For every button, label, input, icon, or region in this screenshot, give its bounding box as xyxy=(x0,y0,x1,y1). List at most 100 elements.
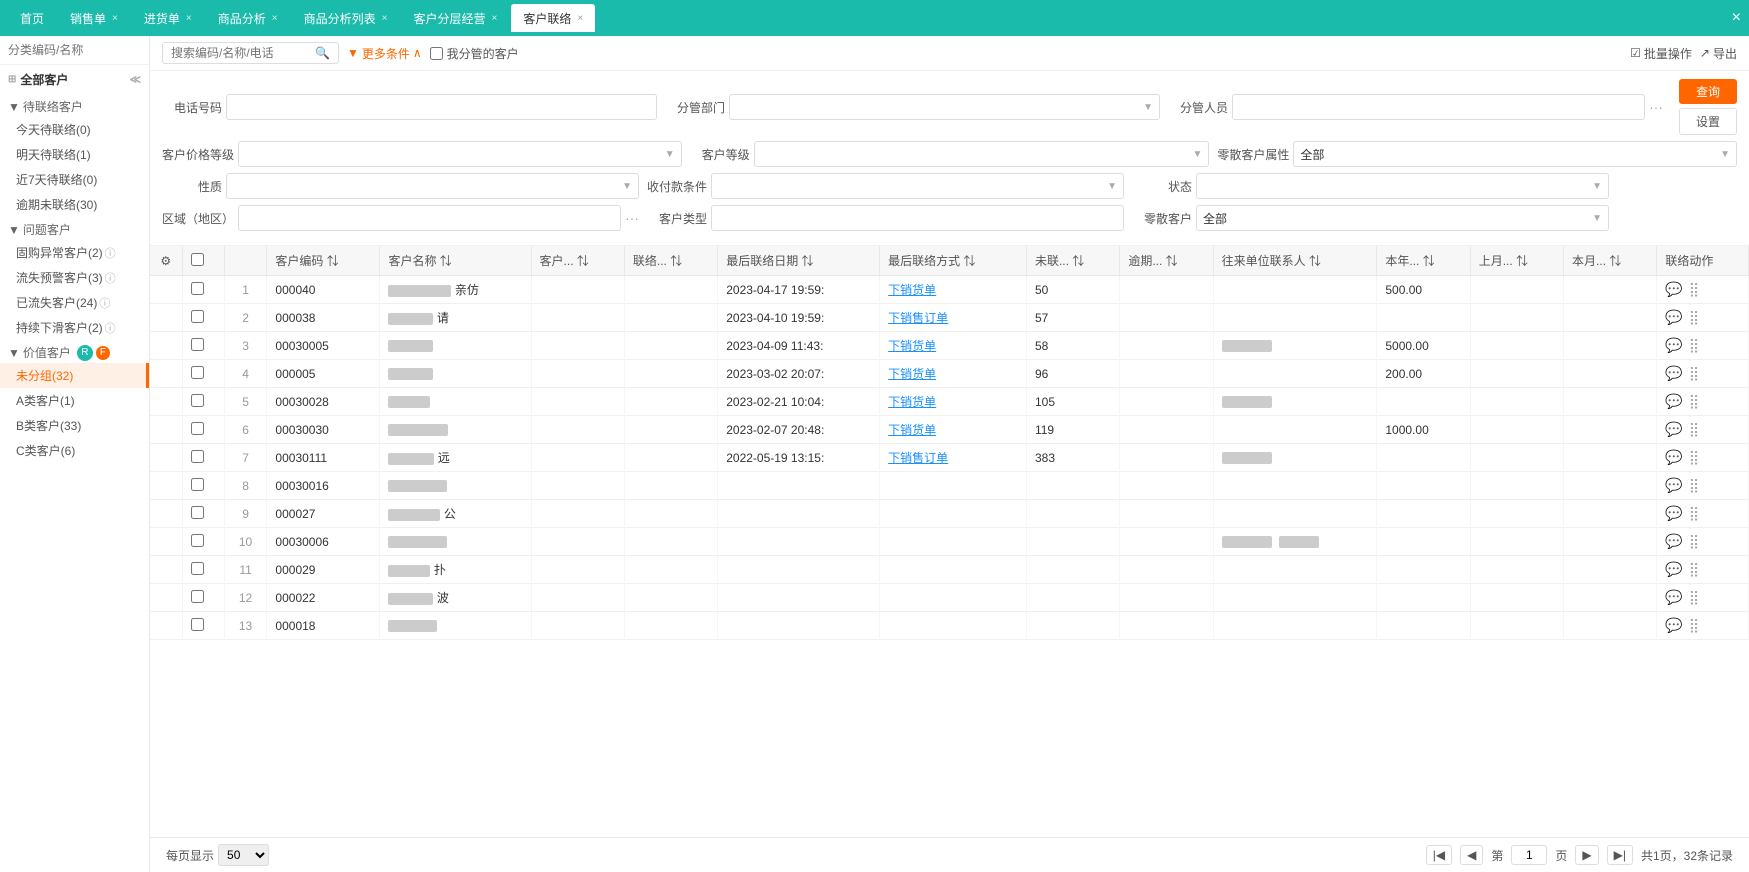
row-select-checkbox[interactable] xyxy=(191,450,204,463)
more-action-icon[interactable]: ⣿ xyxy=(1689,421,1699,438)
tab-customer-segment-close[interactable]: × xyxy=(491,13,497,24)
sidebar-item-churned[interactable]: 已流失客户(24) ⓘ xyxy=(0,290,149,315)
row-last-method[interactable] xyxy=(880,500,1027,528)
overdue-header[interactable]: 逾期... ⇅ xyxy=(1120,246,1213,276)
no-contact-header[interactable]: 未联... ⇅ xyxy=(1026,246,1119,276)
contact-header[interactable]: 联络... ⇅ xyxy=(624,246,717,276)
row-last-method[interactable] xyxy=(880,528,1027,556)
row-last-method[interactable] xyxy=(880,472,1027,500)
sidebar-item-a-type[interactable]: A类客户(1) xyxy=(0,388,149,413)
tab-analysis[interactable]: 商品分析 × xyxy=(206,4,290,32)
nature-select[interactable]: ▼ xyxy=(226,173,639,199)
chat-icon[interactable]: 💬 xyxy=(1665,589,1682,606)
unit-contact-header[interactable]: 往来单位联系人 ⇅ xyxy=(1213,246,1377,276)
row-checkbox[interactable] xyxy=(182,528,224,556)
chat-icon[interactable]: 💬 xyxy=(1665,561,1682,578)
sidebar-item-7days[interactable]: 近7天待联络(0) xyxy=(0,167,149,192)
page-number-input[interactable] xyxy=(1511,845,1547,865)
chat-icon[interactable]: 💬 xyxy=(1665,281,1682,298)
more-action-icon[interactable]: ⣿ xyxy=(1689,477,1699,494)
code-header[interactable]: 客户编码 ⇅ xyxy=(267,246,380,276)
last-date-header[interactable]: 最后联络日期 ⇅ xyxy=(718,246,880,276)
status-select[interactable]: ▼ xyxy=(1196,173,1609,199)
manager-select[interactable] xyxy=(1232,94,1645,120)
row-last-method[interactable]: 下销货单 xyxy=(880,360,1027,388)
sidebar-item-b-type[interactable]: B类客户(33) xyxy=(0,413,149,438)
row-checkbox[interactable] xyxy=(182,332,224,360)
row-checkbox[interactable] xyxy=(182,360,224,388)
sidebar-item-c-type[interactable]: C类客户(6) xyxy=(0,438,149,463)
chat-icon[interactable]: 💬 xyxy=(1665,337,1682,354)
row-checkbox[interactable] xyxy=(182,276,224,304)
row-select-checkbox[interactable] xyxy=(191,562,204,575)
collapse-icon[interactable]: ≪ xyxy=(129,73,141,86)
name-header[interactable]: 客户名称 ⇅ xyxy=(380,246,531,276)
main-search-icon[interactable]: 🔍 xyxy=(315,46,330,60)
more-action-icon[interactable]: ⣿ xyxy=(1689,589,1699,606)
more-action-icon[interactable]: ⣿ xyxy=(1689,337,1699,354)
row-select-checkbox[interactable] xyxy=(191,310,204,323)
last-method-link[interactable]: 下销货单 xyxy=(888,423,936,437)
export-btn[interactable]: ↗ 导出 xyxy=(1700,45,1737,62)
this-year-header[interactable]: 本年... ⇅ xyxy=(1377,246,1470,276)
more-action-icon[interactable]: ⣿ xyxy=(1689,281,1699,298)
sidebar-item-today[interactable]: 今天待联络(0) xyxy=(0,117,149,142)
row-checkbox[interactable] xyxy=(182,556,224,584)
customer-level-select[interactable]: ▼ xyxy=(754,141,1210,167)
checkbox-header[interactable] xyxy=(182,246,224,276)
tab-analysis-list[interactable]: 商品分析列表 × xyxy=(292,4,400,32)
row-checkbox[interactable] xyxy=(182,500,224,528)
chat-icon[interactable]: 💬 xyxy=(1665,505,1682,522)
row-checkbox[interactable] xyxy=(182,612,224,640)
tab-purchase[interactable]: 进货单 × xyxy=(132,4,204,32)
row-last-method[interactable]: 下销货单 xyxy=(880,276,1027,304)
tab-customer-contact-close[interactable]: × xyxy=(577,13,583,24)
row-select-checkbox[interactable] xyxy=(191,394,204,407)
problem-group-label[interactable]: ▼ 问题客户 xyxy=(0,217,149,240)
this-month-header[interactable]: 本月... ⇅ xyxy=(1564,246,1657,276)
row-checkbox[interactable] xyxy=(182,472,224,500)
more-action-icon[interactable]: ⣿ xyxy=(1689,393,1699,410)
chat-icon[interactable]: 💬 xyxy=(1665,477,1682,494)
sparse-customer-select[interactable]: 全部 ▼ xyxy=(1196,205,1609,231)
row-select-checkbox[interactable] xyxy=(191,478,204,491)
type-header[interactable]: 客户... ⇅ xyxy=(531,246,624,276)
payment-select[interactable]: ▼ xyxy=(711,173,1124,199)
row-last-method[interactable]: 下销售订单 xyxy=(880,304,1027,332)
more-action-icon[interactable]: ⣿ xyxy=(1689,309,1699,326)
row-select-checkbox[interactable] xyxy=(191,534,204,547)
more-filter-btn[interactable]: ▼ 更多条件 ∧ xyxy=(347,45,422,62)
sidebar-item-declining[interactable]: 持续下滑客户(2) ⓘ xyxy=(0,315,149,340)
sidebar-item-overdue[interactable]: 逾期未联络(30) xyxy=(0,192,149,217)
row-last-method[interactable]: 下销货单 xyxy=(880,388,1027,416)
batch-op-btn[interactable]: ☑ 批量操作 xyxy=(1630,45,1692,62)
last-method-link[interactable]: 下销货单 xyxy=(888,367,936,381)
last-method-link[interactable]: 下销货单 xyxy=(888,395,936,409)
row-checkbox[interactable] xyxy=(182,304,224,332)
customer-type-select[interactable] xyxy=(711,205,1124,231)
row-last-method[interactable]: 下销售订单 xyxy=(880,444,1027,472)
main-search-input[interactable] xyxy=(171,46,311,60)
chat-icon[interactable]: 💬 xyxy=(1665,309,1682,326)
row-checkbox[interactable] xyxy=(182,388,224,416)
more-action-icon[interactable]: ⣿ xyxy=(1689,617,1699,634)
my-customers-checkbox[interactable] xyxy=(430,47,443,60)
row-checkbox[interactable] xyxy=(182,416,224,444)
region-dots[interactable]: ··· xyxy=(625,210,639,226)
all-customers-header[interactable]: ⊞ 全部客户 ≪ xyxy=(0,65,149,94)
sidebar-search-input[interactable] xyxy=(8,43,150,57)
row-last-method[interactable] xyxy=(880,556,1027,584)
select-all-checkbox[interactable] xyxy=(191,253,204,266)
tab-analysis-list-close[interactable]: × xyxy=(382,13,388,24)
first-page-btn[interactable]: |◀ xyxy=(1426,845,1452,865)
last-method-link[interactable]: 下销货单 xyxy=(888,339,936,353)
more-action-icon[interactable]: ⣿ xyxy=(1689,533,1699,550)
more-action-icon[interactable]: ⣿ xyxy=(1689,449,1699,466)
tab-analysis-close[interactable]: × xyxy=(272,13,278,24)
pending-group-label[interactable]: ▼ 待联络客户 xyxy=(0,94,149,117)
sparse-attr-select[interactable]: 全部 ▼ xyxy=(1293,141,1737,167)
prev-page-btn[interactable]: ◀ xyxy=(1460,845,1483,865)
region-select[interactable] xyxy=(238,205,621,231)
dept-select[interactable]: ▼ xyxy=(729,94,1160,120)
row-select-checkbox[interactable] xyxy=(191,590,204,603)
